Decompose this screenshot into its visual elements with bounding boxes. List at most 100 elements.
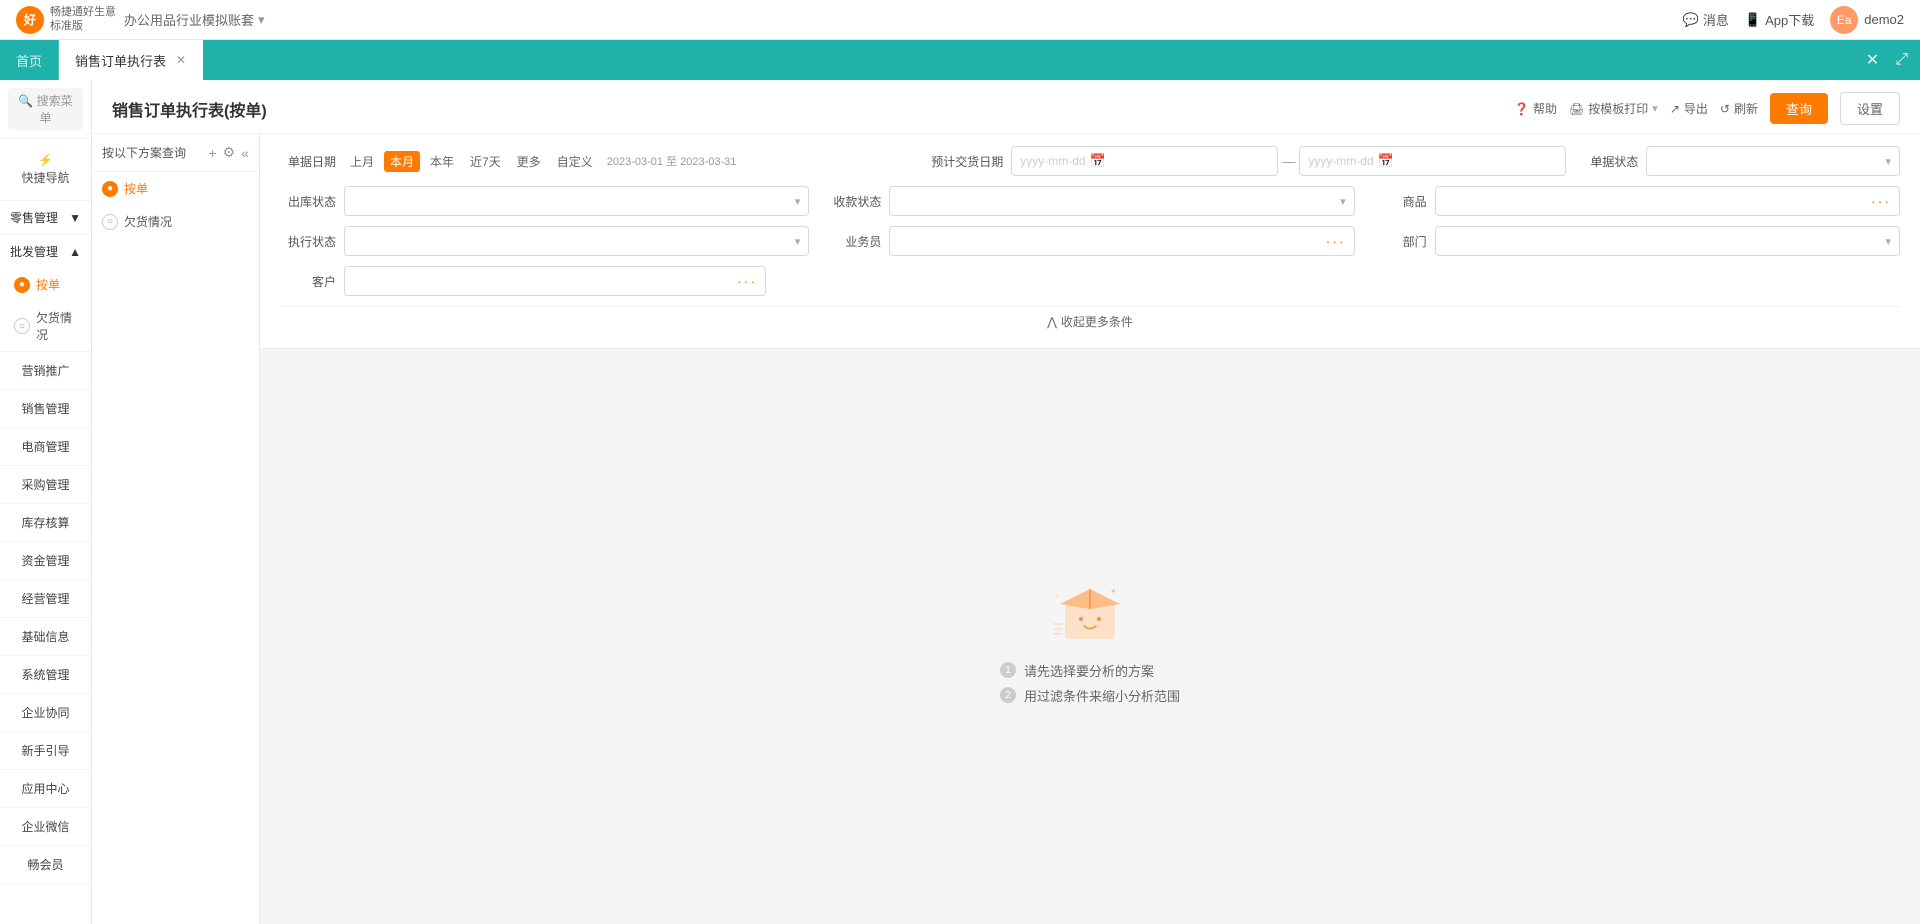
tip-num-1: 1 <box>1000 662 1016 678</box>
content-area: 销售订单执行表(按单) ❓ 帮助 🖨 按模板打印 ▾ ↗ 导出 ↺ 刷新 <box>92 80 1920 924</box>
print-btn[interactable]: 🖨 按模板打印 ▾ <box>1569 100 1658 117</box>
sidebar-item-guide[interactable]: 新手引导 <box>0 732 91 770</box>
app-download-btn[interactable]: 📱 App下载 <box>1745 10 1814 29</box>
filter-content: 单据日期 上月 本月 本年 近7天 更多 自定义 20 <box>260 134 1920 924</box>
ship-dropdown-icon: ▾ <box>795 195 801 208</box>
goods-label: 商品 <box>1371 193 1427 210</box>
customer-ellipsis-icon[interactable]: ··· <box>737 273 757 289</box>
sidebar-item-sales[interactable]: 销售管理 <box>0 390 91 428</box>
query-button[interactable]: 查询 <box>1770 93 1828 124</box>
tab-order-exec[interactable]: 销售订单执行表 ✕ <box>59 40 203 80</box>
scheme-settings-icon[interactable]: ⚙ <box>223 144 236 161</box>
sidebar-item-retail[interactable]: 零售管理 ▼ <box>0 201 91 234</box>
logo-text: 畅捷通好生意 标准版 <box>50 6 116 32</box>
ship-select[interactable]: ▾ <box>344 186 809 216</box>
tab-expand-icon[interactable]: ⤢ <box>1891 47 1912 73</box>
message-btn[interactable]: 💬 消息 <box>1683 10 1729 29</box>
print-icon: 🖨 <box>1569 102 1584 116</box>
page-title: 销售订单执行表(按单) <box>112 97 267 121</box>
wholesale-arrow-icon: ▲ <box>69 245 81 259</box>
sidebar-item-wechat[interactable]: 企业微信 <box>0 808 91 846</box>
goods-select[interactable]: ··· <box>1435 186 1900 216</box>
goods-ellipsis-icon[interactable]: ··· <box>1871 193 1891 209</box>
sidebar-section-retail: 零售管理 ▼ <box>0 201 91 235</box>
salesman-select[interactable]: ··· <box>889 226 1354 256</box>
sidebar-item-quick-nav[interactable]: ⚡ 快捷导航 <box>0 145 91 194</box>
filter-group-payment: 收款状态 ▾ <box>825 186 1354 216</box>
date-tab-last-month[interactable]: 上月 <box>344 151 380 172</box>
help-btn[interactable]: ❓ 帮助 <box>1514 100 1557 117</box>
export-btn[interactable]: ↗ 导出 <box>1670 100 1708 117</box>
payment-select[interactable]: ▾ <box>889 186 1354 216</box>
forecast-label: 预计交货日期 <box>931 153 1003 170</box>
logo-icon: 好 <box>16 6 44 34</box>
sidebar-item-enterprise[interactable]: 企业协同 <box>0 694 91 732</box>
date-separator: — <box>1282 154 1295 169</box>
tip-num-2: 2 <box>1000 687 1016 703</box>
user-area[interactable]: Ea demo2 <box>1830 6 1904 34</box>
refresh-icon: ↺ <box>1720 102 1730 116</box>
date-range-display: 2023-03-01 至 2023-03-31 <box>607 153 737 169</box>
empty-illustration: ✦ ✦ <box>1050 569 1130 649</box>
filter-group-exec: 执行状态 ▾ <box>280 226 809 256</box>
customer-select[interactable]: ··· <box>344 266 766 296</box>
forecast-from-cal-icon[interactable]: 📅 <box>1090 153 1106 169</box>
forecast-from-input[interactable]: yyyy-mm-dd 📅 <box>1011 146 1278 176</box>
exec-select[interactable]: ▾ <box>344 226 809 256</box>
collapse-btn[interactable]: ⋀ 收起更多条件 <box>280 306 1900 336</box>
sidebar-item-basic[interactable]: 基础信息 <box>0 618 91 656</box>
sidebar-sub-debt[interactable]: ○ 欠货情况 <box>0 301 91 351</box>
forecast-to-input[interactable]: yyyy-mm-dd 📅 <box>1299 146 1566 176</box>
status-label: 单据状态 <box>1582 153 1638 170</box>
quick-nav-icon: ⚡ <box>38 153 53 167</box>
scheme-item-debt[interactable]: ○ 欠货情况 <box>92 205 259 238</box>
sidebar-item-operations[interactable]: 经营管理 <box>0 580 91 618</box>
sidebar-item-inventory[interactable]: 库存核算 <box>0 504 91 542</box>
svg-text:✦: ✦ <box>1110 587 1117 596</box>
date-tab-custom[interactable]: 自定义 <box>551 151 599 172</box>
date-tab-current-month[interactable]: 本月 <box>384 151 420 172</box>
tab-close-icon[interactable]: ✕ <box>176 53 186 67</box>
refresh-btn[interactable]: ↺ 刷新 <box>1720 100 1758 117</box>
exec-label: 执行状态 <box>280 233 336 250</box>
payment-dropdown-icon: ▾ <box>1340 195 1346 208</box>
salesman-ellipsis-icon[interactable]: ··· <box>1326 233 1346 249</box>
empty-tip-2: 2 用过滤条件来缩小分析范围 <box>1000 686 1180 705</box>
forecast-to-cal-icon[interactable]: 📅 <box>1378 153 1394 169</box>
sidebar-item-marketing[interactable]: 营销推广 <box>0 352 91 390</box>
scheme-add-icon[interactable]: + <box>208 145 216 161</box>
sidebar-sub-press-order[interactable]: ● 按单 <box>0 268 91 301</box>
breadcrumb: 办公用品行业模拟账套 ▾ <box>124 10 265 29</box>
sidebar-section-wholesale: 批发管理 ▲ ● 按单 ○ 欠货情况 <box>0 235 91 352</box>
empty-state: ✦ ✦ 1 请先选择要分析的方案 <box>1000 569 1180 705</box>
scheme-header: 按以下方案查询 + ⚙ « <box>92 134 259 172</box>
top-header: 好 畅捷通好生意 标准版 办公用品行业模拟账套 ▾ 💬 消息 📱 App下载 E… <box>0 0 1920 40</box>
filter-group-salesman: 业务员 ··· <box>825 226 1354 256</box>
sidebar-item-ecommerce[interactable]: 电商管理 <box>0 428 91 466</box>
filter-group-dept: 部门 ▾ <box>1371 226 1900 256</box>
settings-button[interactable]: 设置 <box>1840 92 1900 125</box>
sidebar-item-purchase[interactable]: 采购管理 <box>0 466 91 504</box>
svg-text:✦: ✦ <box>1055 594 1060 601</box>
sidebar-item-finance[interactable]: 资金管理 <box>0 542 91 580</box>
body-wrapper: 按以下方案查询 + ⚙ « ● 按单 ○ 欠货情况 <box>92 134 1920 924</box>
date-tab-current-year[interactable]: 本年 <box>424 151 460 172</box>
date-tab-last7[interactable]: 近7天 <box>464 151 507 172</box>
tab-home[interactable]: 首页 <box>0 40 59 80</box>
search-input[interactable]: 🔍 搜索菜单 <box>8 88 83 130</box>
scheme-collapse-icon[interactable]: « <box>241 145 249 161</box>
dept-select[interactable]: ▾ <box>1435 226 1900 256</box>
scheme-item-press-order[interactable]: ● 按单 <box>92 172 259 205</box>
status-select[interactable]: ▾ <box>1646 146 1900 176</box>
sidebar-item-member[interactable]: 畅会员 <box>0 846 91 884</box>
salesman-label: 业务员 <box>825 233 881 250</box>
date-tab-more[interactable]: 更多 <box>511 151 547 172</box>
sidebar-item-apps[interactable]: 应用中心 <box>0 770 91 808</box>
filter-panel: 单据日期 上月 本月 本年 近7天 更多 自定义 20 <box>260 134 1920 349</box>
sidebar-item-system[interactable]: 系统管理 <box>0 656 91 694</box>
help-icon: ❓ <box>1514 102 1529 116</box>
tab-minimize-icon[interactable]: ✕ <box>1862 46 1883 74</box>
sidebar-item-wholesale[interactable]: 批发管理 ▲ <box>0 235 91 268</box>
inactive-dot: ○ <box>14 318 30 334</box>
filter-group-customer: 客户 ··· <box>280 266 766 296</box>
